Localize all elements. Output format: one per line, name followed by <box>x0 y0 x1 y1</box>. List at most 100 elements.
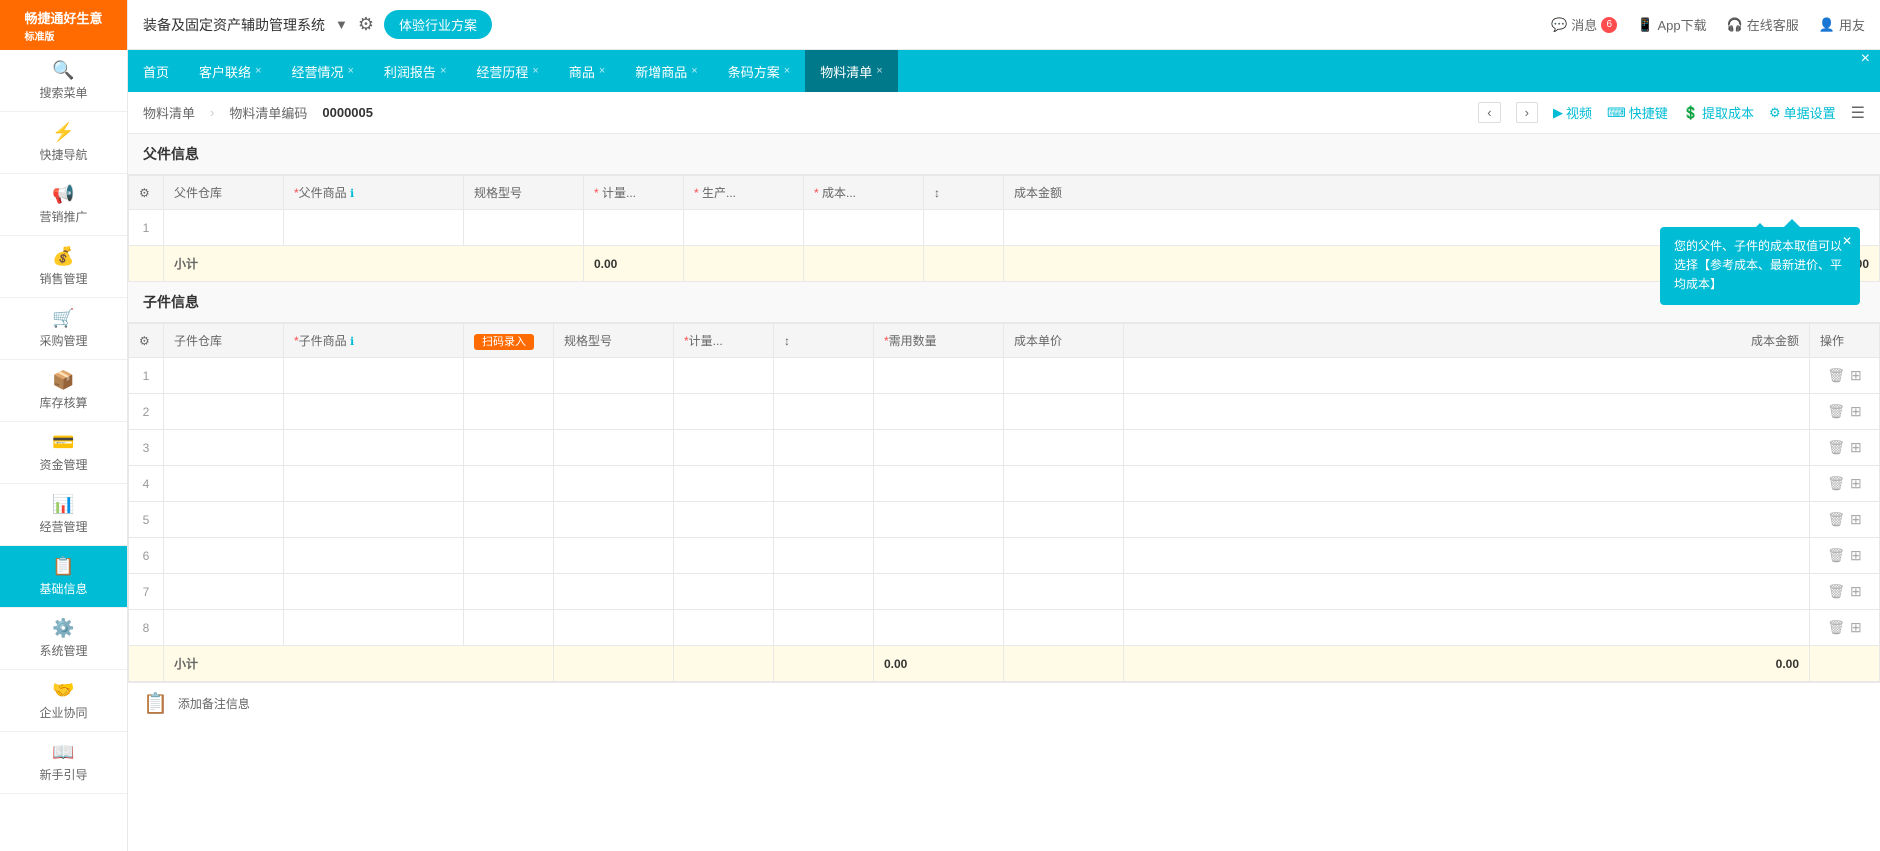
copy-icon[interactable]: ⊞ <box>1850 439 1862 456</box>
copy-icon[interactable]: ⊞ <box>1850 403 1862 420</box>
child-spec-cell[interactable] <box>554 358 674 394</box>
sidebar-item-inventory[interactable]: 📦 库存核算 <box>0 360 127 422</box>
child-cost-amount-cell[interactable] <box>1124 502 1810 538</box>
child-warehouse-cell[interactable] <box>164 430 284 466</box>
tab-home[interactable]: 首页 <box>128 50 184 92</box>
child-warehouse-cell[interactable] <box>164 502 284 538</box>
sidebar-item-guide[interactable]: 📖 新手引导 <box>0 732 127 794</box>
sidebar-item-finance[interactable]: 💳 资金管理 <box>0 422 127 484</box>
child-spec-cell[interactable] <box>554 394 674 430</box>
tab-goods-close[interactable]: × <box>599 65 605 77</box>
sidebar-item-operations[interactable]: 📊 经营管理 <box>0 484 127 546</box>
child-quantity-cell[interactable] <box>874 610 1004 646</box>
child-unit-cell[interactable] <box>674 502 774 538</box>
child-spec-cell[interactable] <box>554 538 674 574</box>
delete-icon[interactable]: 🗑 <box>1827 403 1845 420</box>
tab-barcode[interactable]: 条码方案 × <box>713 50 805 92</box>
child-warehouse-cell[interactable] <box>164 466 284 502</box>
parent-produce-cell[interactable] <box>684 210 804 246</box>
child-col-settings[interactable]: ⚙ <box>129 324 164 358</box>
nav-right-arrow[interactable]: › <box>1516 102 1538 123</box>
tab-history-close[interactable]: × <box>532 65 538 77</box>
tab-profit-close[interactable]: × <box>440 65 446 77</box>
child-unit-cell[interactable] <box>674 538 774 574</box>
tab-history[interactable]: 经营历程 × <box>461 50 553 92</box>
sidebar-item-marketing[interactable]: 📢 营销推广 <box>0 174 127 236</box>
breadcrumb-bom[interactable]: 物料清单 <box>143 103 195 122</box>
topbar-dropdown[interactable]: ▼ <box>335 17 348 32</box>
child-spec-cell[interactable] <box>554 610 674 646</box>
child-unit-cost-cell[interactable] <box>1004 538 1124 574</box>
child-cost-amount-cell[interactable] <box>1124 466 1810 502</box>
sidebar-item-system[interactable]: ⚙️ 系统管理 <box>0 608 127 670</box>
tab-close-all[interactable]: × <box>1851 50 1880 92</box>
topbar-settings-icon[interactable]: ⚙ <box>358 14 374 35</box>
child-unit-cell[interactable] <box>674 466 774 502</box>
parent-col-settings[interactable]: ⚙ <box>129 176 164 210</box>
extract-cost-button[interactable]: 💲 提取成本 <box>1683 103 1754 122</box>
child-cost-amount-cell[interactable] <box>1124 358 1810 394</box>
child-cost-amount-cell[interactable] <box>1124 610 1810 646</box>
sidebar-item-purchase[interactable]: 🛒 采购管理 <box>0 298 127 360</box>
sidebar-item-enterprise[interactable]: 🤝 企业协同 <box>0 670 127 732</box>
child-spec-cell[interactable] <box>554 574 674 610</box>
child-quantity-cell[interactable] <box>874 574 1004 610</box>
child-goods-cell[interactable] <box>284 358 464 394</box>
child-goods-cell[interactable] <box>284 574 464 610</box>
tooltip-close-button[interactable]: ✕ <box>1842 232 1852 251</box>
online-service-button[interactable]: 🎧 在线客服 <box>1727 15 1799 34</box>
scan-button[interactable]: 扫码录入 <box>474 334 534 350</box>
user-button[interactable]: 👤 用友 <box>1819 15 1865 34</box>
sidebar-item-quick-nav[interactable]: ⚡ 快捷导航 <box>0 112 127 174</box>
copy-icon[interactable]: ⊞ <box>1850 511 1862 528</box>
child-cost-amount-cell[interactable] <box>1124 394 1810 430</box>
single-settings-button[interactable]: ⚙ 单据设置 <box>1769 103 1836 122</box>
parent-cost-cell[interactable] <box>804 210 924 246</box>
child-quantity-cell[interactable] <box>874 430 1004 466</box>
parent-spec-cell[interactable] <box>464 210 584 246</box>
delete-icon[interactable]: 🗑 <box>1827 547 1845 564</box>
child-goods-cell[interactable] <box>284 610 464 646</box>
child-spec-cell[interactable] <box>554 430 674 466</box>
child-goods-cell[interactable] <box>284 466 464 502</box>
child-quantity-cell[interactable] <box>874 502 1004 538</box>
sidebar-item-basic[interactable]: 📋 基础信息 <box>0 546 127 608</box>
child-goods-cell[interactable] <box>284 430 464 466</box>
child-cost-amount-cell[interactable] <box>1124 538 1810 574</box>
copy-icon[interactable]: ⊞ <box>1850 475 1862 492</box>
tab-barcode-close[interactable]: × <box>784 65 790 77</box>
child-unit-cost-cell[interactable] <box>1004 502 1124 538</box>
child-unit-cost-cell[interactable] <box>1004 394 1124 430</box>
child-unit-cost-cell[interactable] <box>1004 466 1124 502</box>
child-unit-cost-cell[interactable] <box>1004 610 1124 646</box>
child-col-scan[interactable]: 扫码录入 <box>464 324 554 358</box>
child-goods-cell[interactable] <box>284 394 464 430</box>
copy-icon[interactable]: ⊞ <box>1850 583 1862 600</box>
delete-icon[interactable]: 🗑 <box>1827 583 1845 600</box>
parent-unit-cell[interactable] <box>584 210 684 246</box>
nav-left-arrow[interactable]: ‹ <box>1478 102 1500 123</box>
child-goods-cell[interactable] <box>284 502 464 538</box>
child-quantity-cell[interactable] <box>874 466 1004 502</box>
tab-customer[interactable]: 客户联络 × <box>184 50 276 92</box>
parent-goods-cell[interactable] <box>284 210 464 246</box>
child-unit-cost-cell[interactable] <box>1004 358 1124 394</box>
child-unit-cell[interactable] <box>674 574 774 610</box>
parent-warehouse-cell[interactable] <box>164 210 284 246</box>
copy-icon[interactable]: ⊞ <box>1850 619 1862 636</box>
child-cost-amount-cell[interactable] <box>1124 430 1810 466</box>
child-quantity-cell[interactable] <box>874 538 1004 574</box>
tab-profit[interactable]: 利润报告 × <box>369 50 461 92</box>
message-button[interactable]: 💬 消息 6 <box>1551 15 1617 34</box>
child-spec-cell[interactable] <box>554 502 674 538</box>
shortcut-button[interactable]: ⌨ 快捷键 <box>1607 103 1668 122</box>
child-warehouse-cell[interactable] <box>164 574 284 610</box>
list-view-icon[interactable]: ☰ <box>1851 103 1865 123</box>
tab-new-goods[interactable]: 新增商品 × <box>620 50 712 92</box>
tab-customer-close[interactable]: × <box>255 65 261 77</box>
delete-icon[interactable]: 🗑 <box>1827 511 1845 528</box>
child-unit-cell[interactable] <box>674 430 774 466</box>
sidebar-item-search[interactable]: 🔍 搜索菜单 <box>0 50 127 112</box>
bottom-icon-1[interactable]: 📋 <box>143 691 168 716</box>
tab-bom[interactable]: 物料清单 × <box>805 50 897 92</box>
